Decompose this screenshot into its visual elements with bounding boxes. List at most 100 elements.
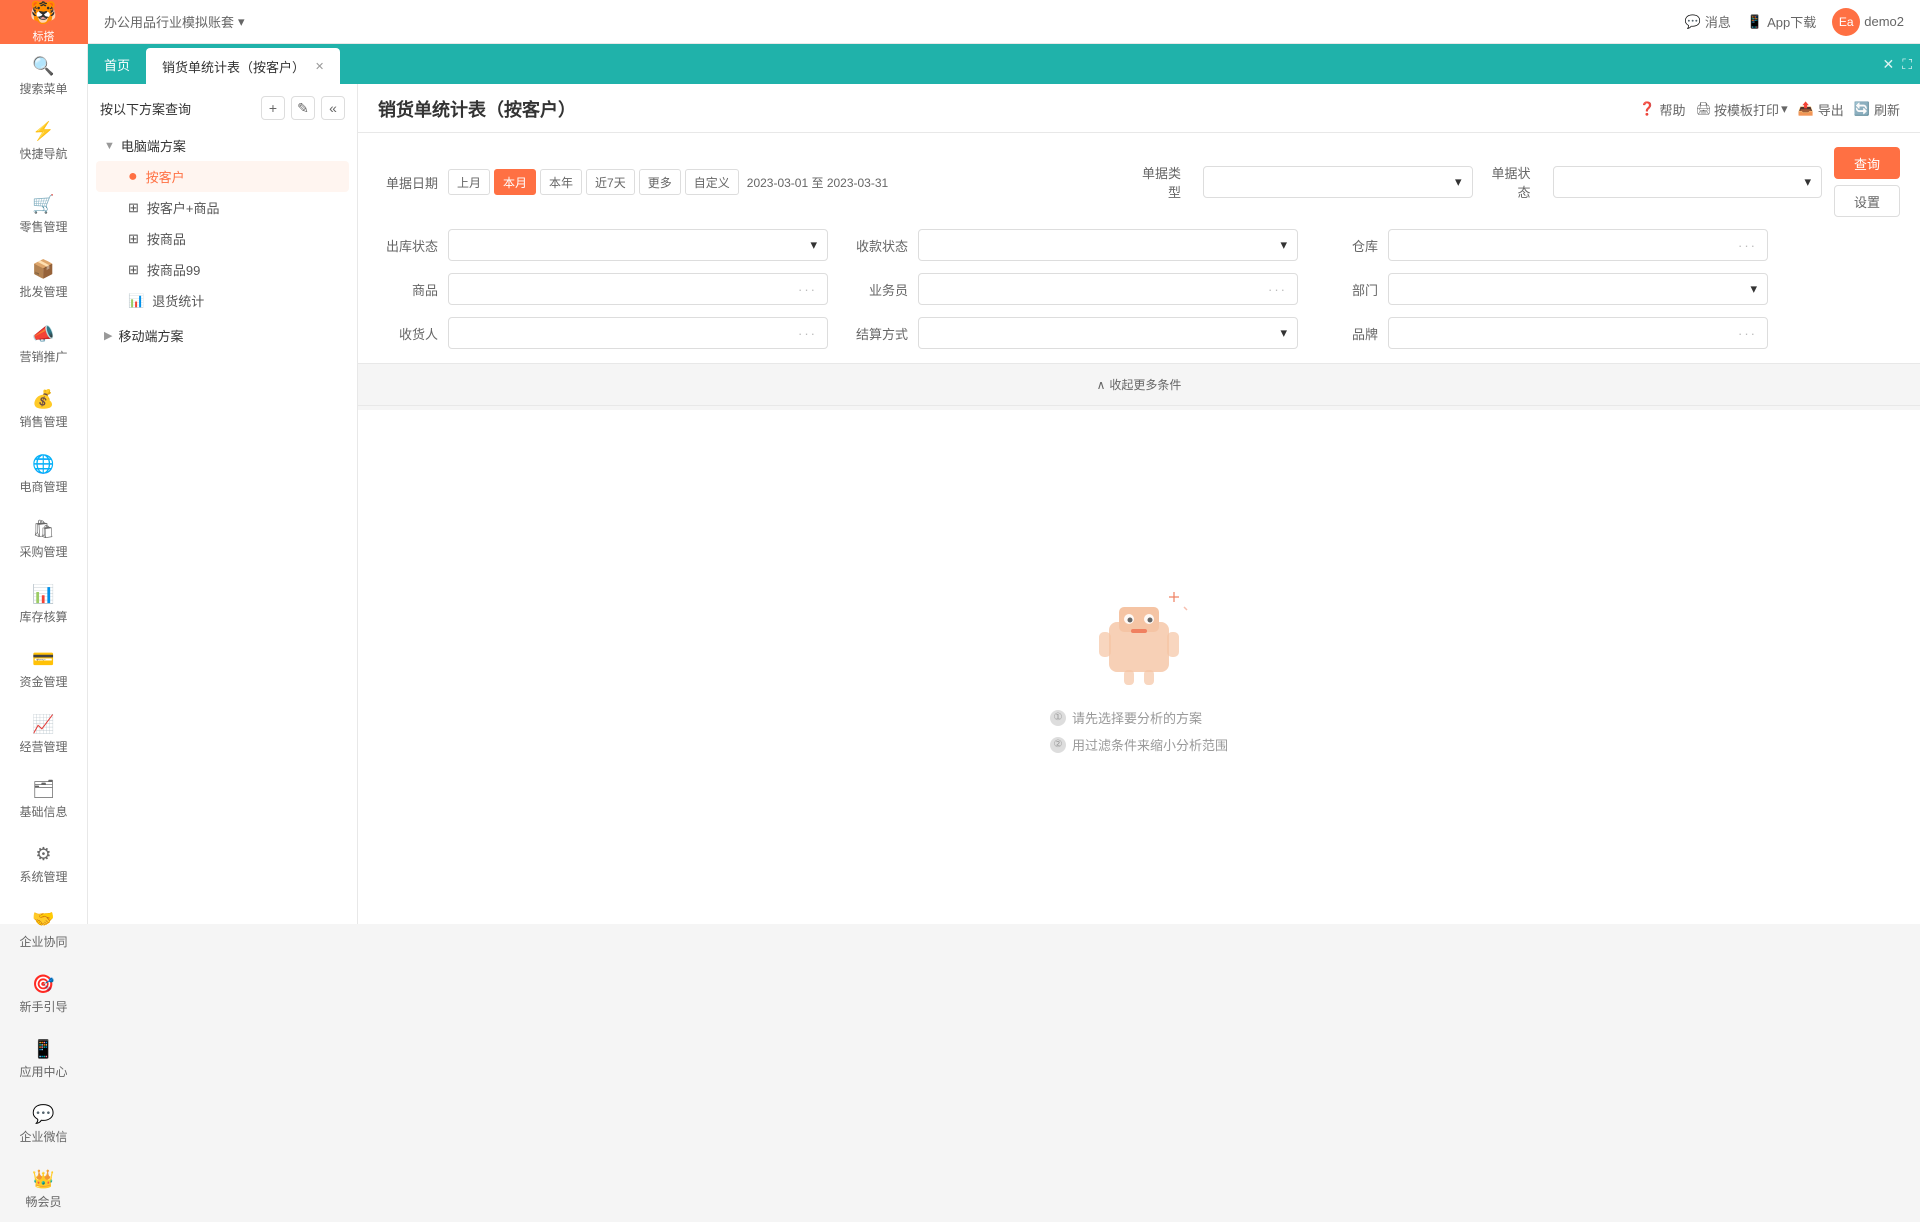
app-download-button[interactable]: 📱 App下载	[1747, 12, 1816, 31]
receiver-selector[interactable]: ···	[448, 317, 828, 349]
export-label: 导出	[1818, 100, 1844, 119]
vip-icon: 👑	[32, 1169, 54, 1190]
sidebar-item-app-center[interactable]: 📱 应用中心	[0, 1027, 88, 1092]
sidebar-item-inventory[interactable]: 📊 库存核算	[0, 572, 88, 637]
user-label: demo2	[1864, 14, 1904, 29]
settlement-selector[interactable]: ▾	[918, 317, 1298, 349]
date-btn-last-7-days[interactable]: 近7天	[586, 169, 635, 195]
sidebar-item-newbie[interactable]: 🎯 新手引导	[0, 962, 88, 1027]
salesperson-selector[interactable]: ···	[918, 273, 1298, 305]
date-btn-last-month[interactable]: 上月	[448, 169, 490, 195]
sidebar-item-ecommerce[interactable]: 🌐 电商管理	[0, 442, 88, 507]
filter-row-4: 收货人 ··· 结算方式 ▾ 品牌 ···	[378, 317, 1900, 349]
settlement-dropdown-icon: ▾	[1280, 325, 1287, 341]
edit-scheme-button[interactable]: ✎	[291, 96, 315, 120]
sidebar-item-marketing[interactable]: 📣 营销推广	[0, 312, 88, 377]
warehouse-dots: ···	[1738, 238, 1757, 253]
filter-row-3: 商品 ··· 业务员 ··· 部门 ▾	[378, 273, 1900, 305]
brand-selector[interactable]: ···	[1388, 317, 1768, 349]
order-status-selector[interactable]: ▾	[1553, 166, 1823, 198]
sidebar-item-operations[interactable]: 📈 经营管理	[0, 702, 88, 767]
tip-2: ② 用过滤条件来缩小分析范围	[1050, 735, 1228, 754]
user-profile[interactable]: Ea demo2	[1832, 8, 1904, 36]
warehouse-selector[interactable]: ···	[1388, 229, 1768, 261]
maximize-window-icon[interactable]: ⛶	[1902, 56, 1912, 73]
help-button[interactable]: ❓ 帮助	[1639, 100, 1685, 119]
sidebar-item-label: 电商管理	[19, 478, 67, 495]
message-button[interactable]: 💬 消息	[1685, 12, 1731, 31]
sidebar: 🐯 标搭 🔍 搜索菜单 ⚡ 快捷导航 🛒 零售管理 📦 批发管理 📣 营销推广 …	[0, 0, 88, 924]
sidebar-item-basics[interactable]: 🗂 基础信息	[0, 767, 88, 832]
sidebar-item-finance[interactable]: 💳 资金管理	[0, 637, 88, 702]
sidebar-item-wholesale[interactable]: 📦 批发管理	[0, 247, 88, 312]
scheme-by-product99[interactable]: ⊞ 按商品99	[96, 254, 349, 285]
sidebar-item-enterprise[interactable]: 🤝 企业协同	[0, 897, 88, 962]
scheme-label: 按商品	[147, 229, 186, 248]
date-btn-this-year[interactable]: 本年	[540, 169, 582, 195]
sidebar-item-retail[interactable]: 🛒 零售管理	[0, 182, 88, 247]
sidebar-item-vip[interactable]: 👑 畅会员	[0, 1157, 88, 1222]
query-button[interactable]: 查询	[1834, 147, 1900, 179]
app-center-icon: 📱	[32, 1039, 54, 1060]
department-selector[interactable]: ▾	[1388, 273, 1768, 305]
close-window-icon[interactable]: ✕	[1882, 56, 1894, 73]
mobile-schemes-header[interactable]: ▶ 移动端方案	[96, 320, 349, 351]
payment-status-selector[interactable]: ▾	[918, 229, 1298, 261]
sidebar-item-quick-nav[interactable]: ⚡ 快捷导航	[0, 109, 88, 174]
sidebar-item-sales[interactable]: 💰 销售管理	[0, 377, 88, 442]
scheme-by-customer[interactable]: ● 按客户	[96, 161, 349, 192]
purchase-icon: 🛍	[32, 519, 55, 540]
app-logo[interactable]: 🐯 标搭	[0, 0, 88, 44]
settings-button[interactable]: 设置	[1834, 185, 1900, 217]
scheme-by-customer-product[interactable]: ⊞ 按客户+商品	[96, 192, 349, 223]
industry-selector[interactable]: 办公用品行业模拟账套 ▾	[104, 12, 245, 31]
sidebar-item-search[interactable]: 🔍 搜索菜单	[0, 44, 88, 109]
pc-schemes-label: 电脑端方案	[121, 136, 186, 155]
sidebar-item-label: 经营管理	[19, 738, 67, 755]
pc-schemes-header[interactable]: ▼ 电脑端方案	[96, 130, 349, 161]
sidebar-item-enterprise-wechat[interactable]: 💬 企业微信	[0, 1092, 88, 1157]
sidebar-item-system[interactable]: ⚙ 系统管理	[0, 832, 88, 897]
product-selector[interactable]: ···	[448, 273, 828, 305]
customer-product-icon: ⊞	[128, 200, 139, 216]
date-btn-custom[interactable]: 自定义	[685, 169, 739, 195]
retail-icon: 🛒	[32, 194, 54, 215]
logo-text: 标搭	[33, 28, 55, 44]
refresh-label: 刷新	[1874, 100, 1900, 119]
sidebar-item-label: 新手引导	[19, 998, 67, 1015]
scheme-return-stat[interactable]: 📊 退货统计	[96, 285, 349, 316]
warehouse-label: 仓库	[1318, 236, 1388, 255]
enterprise-wechat-icon: 💬	[32, 1104, 54, 1125]
date-label: 单据日期	[378, 173, 448, 192]
order-type-selector[interactable]: ▾	[1203, 166, 1473, 198]
tab-close-icon[interactable]: ✕	[315, 60, 324, 73]
stock-status-selector[interactable]: ▾	[448, 229, 828, 261]
collapse-row: ∧ 收起更多条件	[358, 364, 1920, 406]
filter-area: 单据日期 上月 本月 本年 近7天 更多 自定义 2023-03-01 至 20…	[358, 133, 1920, 364]
enterprise-icon: 🤝	[32, 909, 54, 930]
sidebar-item-label: 畅会员	[25, 1193, 61, 1210]
collapse-filters-button[interactable]: ∧ 收起更多条件	[1085, 372, 1194, 397]
operations-icon: 📈	[32, 714, 54, 735]
sidebar-item-label: 营销推广	[19, 348, 67, 365]
ecommerce-icon: 🌐	[32, 454, 54, 475]
date-btn-more[interactable]: 更多	[639, 169, 681, 195]
page-actions: ❓ 帮助 🖨 按模板打印 ▾ 📤 导出 🔄 刷新	[1639, 100, 1900, 119]
scheme-by-product[interactable]: ⊞ 按商品	[96, 223, 349, 254]
export-icon: 📤	[1798, 101, 1814, 117]
edit-icon: ✎	[297, 100, 309, 117]
collapse-panel-button[interactable]: «	[321, 96, 345, 120]
payment-status-label: 收款状态	[848, 236, 918, 255]
tab-home[interactable]: 首页	[88, 44, 146, 84]
refresh-button[interactable]: 🔄 刷新	[1854, 100, 1900, 119]
avatar: Ea	[1832, 8, 1860, 36]
salesperson-label: 业务员	[848, 280, 918, 299]
sidebar-item-purchase[interactable]: 🛍 采购管理	[0, 507, 88, 572]
settlement-label: 结算方式	[848, 324, 918, 343]
collapse-label: 收起更多条件	[1109, 376, 1181, 393]
add-scheme-button[interactable]: +	[261, 96, 285, 120]
print-button[interactable]: 🖨 按模板打印 ▾	[1696, 100, 1788, 119]
tab-sales-stat[interactable]: 销货单统计表（按客户） ✕	[146, 48, 340, 84]
date-btn-this-month[interactable]: 本月	[494, 169, 536, 195]
export-button[interactable]: 📤 导出	[1798, 100, 1844, 119]
